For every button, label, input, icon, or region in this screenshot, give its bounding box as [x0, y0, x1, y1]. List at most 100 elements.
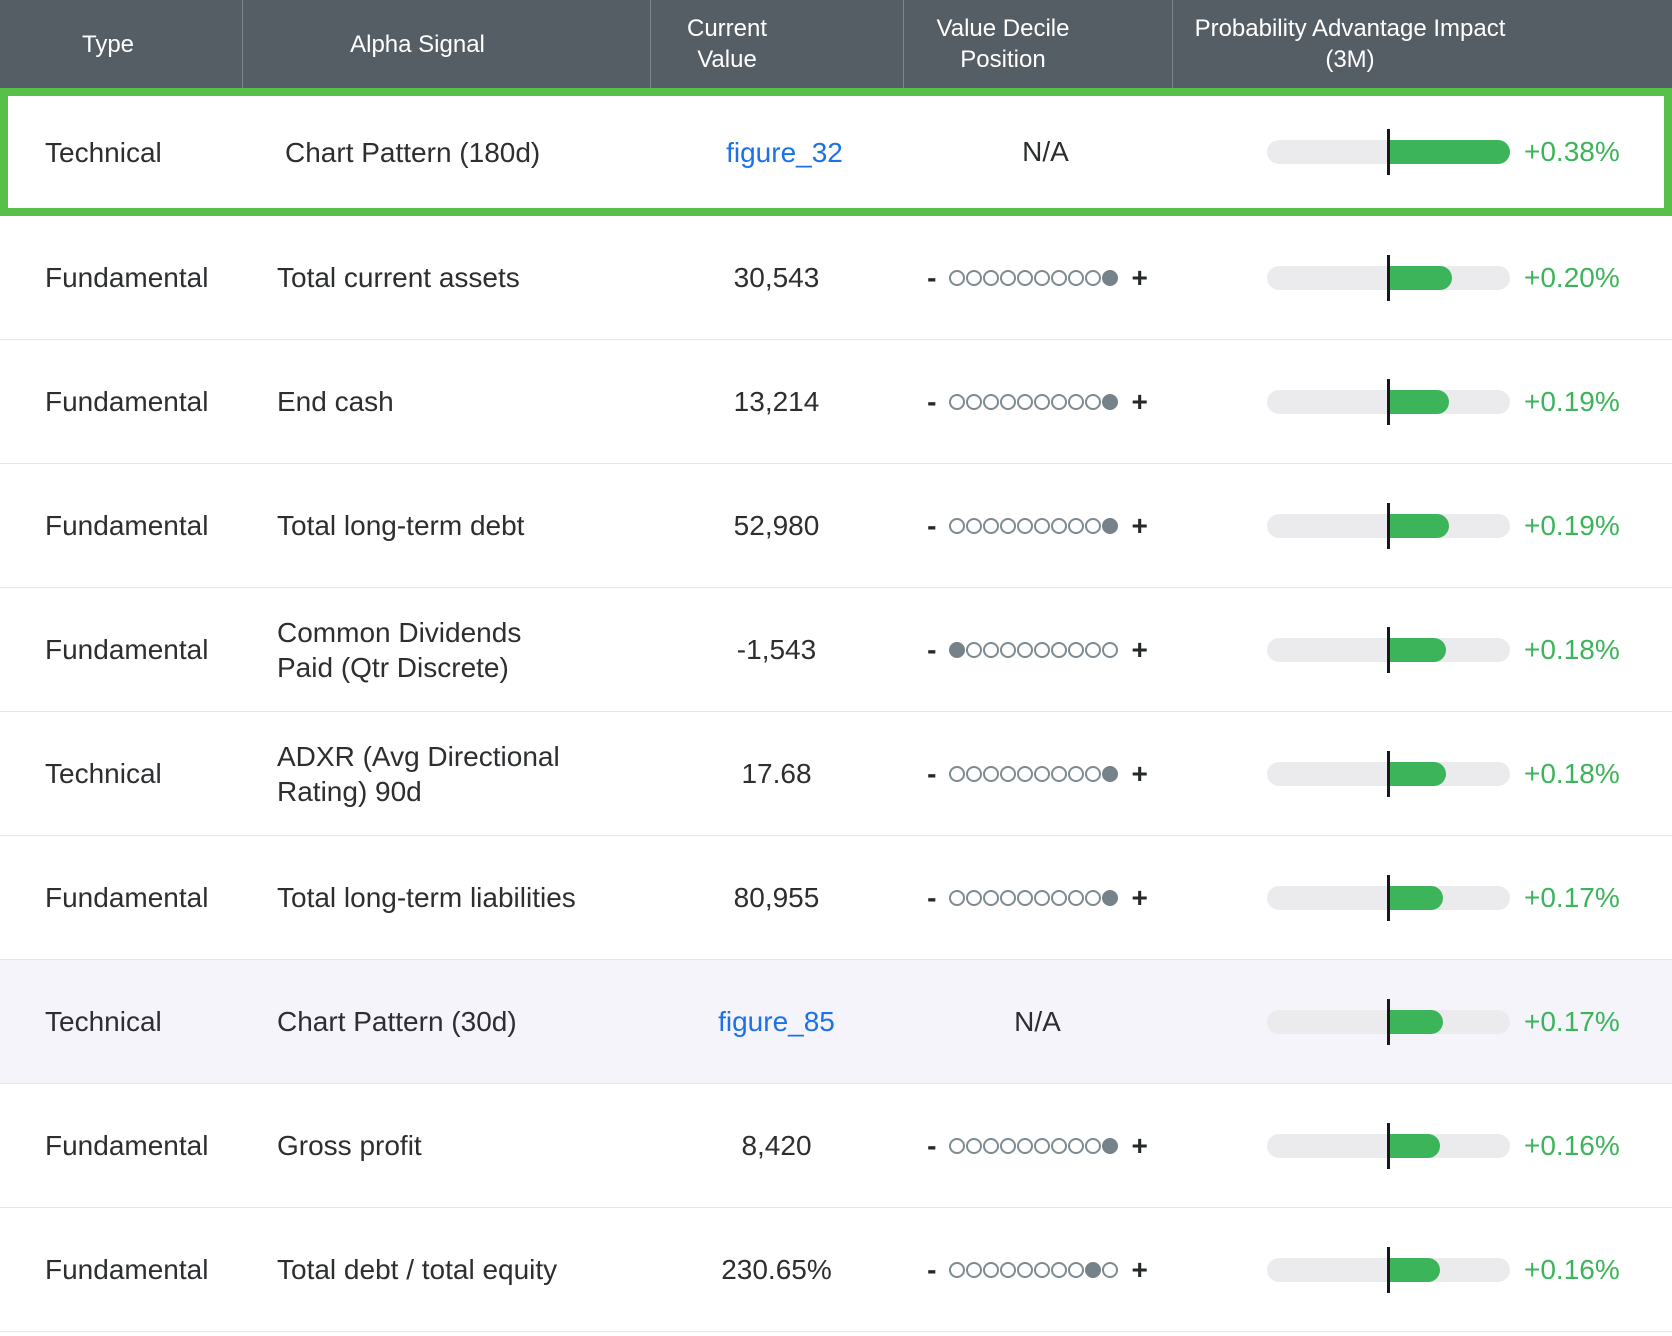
value-cell: 30,543 — [650, 216, 903, 339]
decile-dot — [1017, 269, 1034, 286]
table-row[interactable]: Fundamental Gross profit 8,420 - + +0.16% — [0, 1084, 1672, 1208]
decile-dot — [1085, 765, 1102, 782]
decile-widget: - + — [927, 1253, 1148, 1285]
impact-bar — [1267, 626, 1510, 673]
decile-na-label: N/A — [1014, 1005, 1061, 1037]
impact-value: +0.19% — [1524, 385, 1620, 417]
decile-minus-label: - — [927, 261, 937, 293]
decile-dot — [1034, 641, 1051, 658]
signal-cell: ADXR (Avg Directional Rating) 90d — [242, 712, 650, 835]
decile-minus-label: - — [927, 1129, 937, 1161]
decile-minus-label: - — [927, 1253, 937, 1285]
table-row[interactable]: Fundamental Total long-term debt 52,980 … — [0, 464, 1672, 588]
decile-dot-filled — [1085, 1261, 1102, 1278]
impact-zero-tick — [1386, 254, 1390, 301]
impact-value: +0.38% — [1524, 136, 1620, 167]
decile-dot — [1085, 641, 1102, 658]
impact-cell: +0.19% — [1172, 464, 1672, 587]
decile-cell: - + — [903, 836, 1172, 959]
signal-label: Common Dividends Paid (Qtr Discrete) — [277, 616, 522, 683]
table-row[interactable]: Technical Chart Pattern (180d) figure_32… — [0, 88, 1672, 216]
decile-dot — [1017, 641, 1034, 658]
decile-dot — [1000, 765, 1017, 782]
decile-widget: - + — [927, 881, 1148, 913]
table-row[interactable]: Fundamental Total current assets 30,543 … — [0, 216, 1672, 340]
decile-cell: N/A — [911, 96, 1180, 208]
impact-zero-tick — [1386, 998, 1390, 1045]
signal-label: Chart Pattern (180d) — [285, 136, 541, 168]
decile-dot — [1051, 1261, 1068, 1278]
decile-dot — [1051, 1137, 1068, 1154]
decile-na-label: N/A — [1022, 136, 1069, 167]
table-row[interactable]: Fundamental Common Dividends Paid (Qtr D… — [0, 588, 1672, 712]
impact-bar-fill — [1388, 140, 1510, 164]
decile-dot — [983, 641, 1000, 658]
decile-dot-filled — [1102, 889, 1119, 906]
figure-link[interactable]: figure_85 — [718, 1004, 835, 1039]
decile-plus-label: + — [1131, 757, 1148, 789]
decile-dot — [966, 765, 983, 782]
impact-bar-fill — [1388, 265, 1453, 290]
signal-cell: Total current assets — [242, 216, 650, 339]
column-header-type-label: Type — [81, 30, 135, 58]
decile-dot — [1000, 517, 1017, 534]
decile-dot — [1034, 393, 1051, 410]
signal-label: Total current assets — [277, 262, 520, 293]
impact-bar — [1267, 254, 1510, 301]
table-body: Technical Chart Pattern (180d) figure_32… — [0, 88, 1672, 1332]
decile-dot — [949, 765, 966, 782]
decile-dot — [983, 765, 1000, 782]
impact-cell: +0.16% — [1172, 1084, 1672, 1207]
impact-zero-tick — [1386, 874, 1390, 921]
current-value: 52,980 — [733, 510, 820, 541]
decile-minus-label: - — [927, 509, 937, 541]
table-row[interactable]: Fundamental End cash 13,214 - + +0.19% — [0, 340, 1672, 464]
type-cell: Technical — [0, 960, 242, 1083]
decile-dot-filled — [1102, 269, 1119, 286]
type-cell: Technical — [0, 712, 242, 835]
impact-bar-fill — [1388, 1009, 1443, 1034]
decile-widget: N/A — [1014, 1006, 1061, 1038]
impact-value: +0.18% — [1524, 757, 1620, 789]
type-label: Fundamental — [45, 510, 209, 541]
impact-zero-tick — [1386, 750, 1390, 797]
current-value: 8,420 — [741, 1130, 812, 1161]
decile-dot-filled — [949, 641, 966, 658]
alpha-signals-table: Type Alpha Signal Current Value Value De… — [0, 0, 1672, 1332]
table-header-row: Type Alpha Signal Current Value Value De… — [0, 0, 1672, 88]
type-cell: Technical — [8, 96, 250, 208]
decile-plus-label: + — [1131, 881, 1148, 913]
signal-cell: Total debt / total equity — [242, 1208, 650, 1331]
decile-dot — [1051, 641, 1068, 658]
signal-label: End cash — [277, 386, 394, 417]
value-cell: 13,214 — [650, 340, 903, 463]
decile-dot — [1051, 269, 1068, 286]
decile-dot — [1034, 517, 1051, 534]
type-cell: Fundamental — [0, 216, 242, 339]
decile-dot — [1068, 889, 1085, 906]
column-header-alpha-signal-label: Alpha Signal — [350, 30, 485, 58]
decile-dot — [983, 1137, 1000, 1154]
value-cell: 230.65% — [650, 1208, 903, 1331]
impact-bar — [1267, 998, 1510, 1045]
figure-link[interactable]: figure_32 — [726, 135, 843, 170]
impact-value: +0.17% — [1524, 881, 1620, 913]
decile-dot — [1085, 1137, 1102, 1154]
impact-bar-fill — [1388, 1133, 1440, 1158]
decile-dot — [966, 393, 983, 410]
decile-dot — [1000, 889, 1017, 906]
table-row[interactable]: Fundamental Total long-term liabilities … — [0, 836, 1672, 960]
table-row[interactable]: Technical ADXR (Avg Directional Rating) … — [0, 712, 1672, 836]
decile-dot — [1017, 393, 1034, 410]
impact-value: +0.17% — [1524, 1005, 1620, 1037]
type-cell: Fundamental — [0, 1208, 242, 1331]
table-row[interactable]: Technical Chart Pattern (30d) figure_85 … — [0, 960, 1672, 1084]
impact-value: +0.16% — [1524, 1253, 1620, 1285]
type-label: Technical — [45, 758, 162, 789]
decile-dot — [1068, 1261, 1085, 1278]
signal-cell: Common Dividends Paid (Qtr Discrete) — [242, 588, 650, 711]
column-header-current-value: Current Value — [650, 0, 903, 88]
type-cell: Fundamental — [0, 1084, 242, 1207]
table-row[interactable]: Fundamental Total debt / total equity 23… — [0, 1208, 1672, 1332]
decile-dots — [949, 393, 1119, 410]
